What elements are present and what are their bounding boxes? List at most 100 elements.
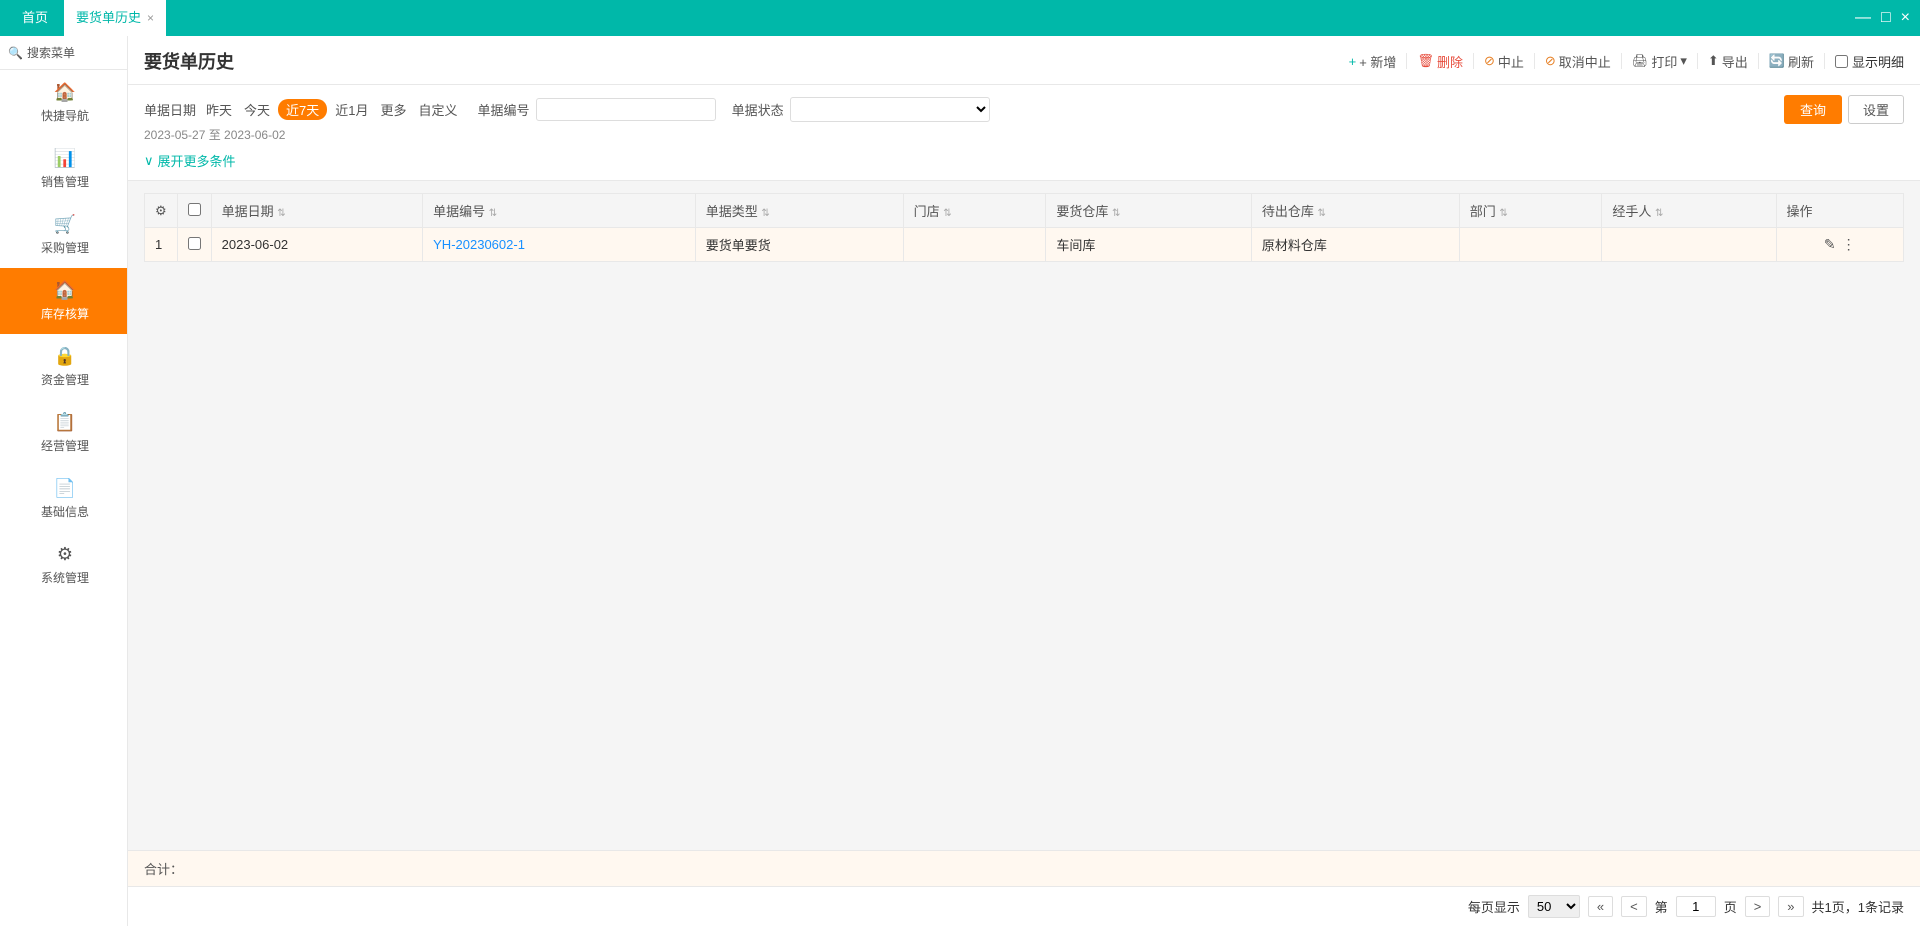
shortcut-more[interactable]: 更多 bbox=[377, 99, 411, 120]
sidebar-search[interactable]: 🔍 搜索菜单 bbox=[0, 36, 127, 70]
tab-active-label: 要货单历史 bbox=[76, 0, 141, 36]
filter-docno: 单据编号 bbox=[478, 98, 716, 121]
sidebar-item-label: 库存核算 bbox=[41, 305, 89, 322]
th-req-warehouse: 要货仓库 ⇅ bbox=[1046, 194, 1252, 228]
toolbar: + + 新增 🗑 删除 ⊘ 中止 ⊘ bbox=[1349, 52, 1904, 71]
cancel-stop-button[interactable]: ⊘ 取消中止 bbox=[1545, 52, 1611, 71]
print-button[interactable]: 🖨 打印 ▾ bbox=[1632, 52, 1687, 71]
th-date-label: 单据日期 bbox=[222, 204, 274, 219]
tab-close-icon[interactable]: × bbox=[147, 0, 154, 36]
page-title: 要货单历史 bbox=[144, 48, 234, 74]
quick-nav-icon: 🏠 bbox=[54, 82, 76, 103]
refresh-label: 刷新 bbox=[1788, 52, 1814, 71]
sidebar-item-purchase[interactable]: 🛒 采购管理 bbox=[0, 202, 127, 268]
row-checkbox[interactable] bbox=[188, 237, 201, 250]
page-input[interactable] bbox=[1676, 896, 1716, 917]
th-out-warehouse: 待出仓库 ⇅ bbox=[1251, 194, 1459, 228]
new-icon: + bbox=[1349, 54, 1357, 69]
sidebar-item-finance[interactable]: 🔒 资金管理 bbox=[0, 334, 127, 400]
last-page-button[interactable]: » bbox=[1778, 896, 1803, 917]
system-icon: ⚙ bbox=[57, 544, 73, 565]
first-page-button[interactable]: « bbox=[1588, 896, 1613, 917]
settings-icon[interactable]: ⚙ bbox=[155, 203, 167, 218]
sort-docno-icon[interactable]: ⇅ bbox=[489, 208, 497, 219]
finance-icon: 🔒 bbox=[54, 346, 76, 367]
docno-input[interactable] bbox=[536, 98, 716, 121]
select-all-checkbox[interactable] bbox=[188, 203, 201, 216]
show-detail-checkbox[interactable] bbox=[1835, 55, 1848, 68]
expand-more-button[interactable]: ∨ 展开更多条件 bbox=[144, 151, 1904, 170]
sort-store-icon[interactable]: ⇅ bbox=[943, 208, 951, 219]
prev-page-button[interactable]: < bbox=[1621, 896, 1647, 917]
sort-out-warehouse-icon[interactable]: ⇅ bbox=[1317, 208, 1325, 219]
filter-status: 单据状态 bbox=[732, 97, 990, 122]
query-button[interactable]: 查询 bbox=[1784, 95, 1842, 124]
sidebar-item-sales[interactable]: 📊 销售管理 bbox=[0, 136, 127, 202]
search-icon: 🔍 bbox=[8, 46, 23, 60]
show-detail-toggle[interactable]: 显示明细 bbox=[1835, 52, 1904, 71]
tab-active[interactable]: 要货单历史 × bbox=[64, 0, 166, 36]
page-suffix: 页 bbox=[1724, 897, 1737, 916]
window-close-icon[interactable]: × bbox=[1901, 9, 1910, 27]
status-label: 单据状态 bbox=[732, 100, 784, 119]
shortcut-custom[interactable]: 自定义 bbox=[415, 99, 462, 120]
cancel-stop-icon: ⊘ bbox=[1545, 53, 1556, 69]
shortcut-7days[interactable]: 近7天 bbox=[278, 99, 327, 120]
status-select[interactable] bbox=[790, 97, 990, 122]
minimize-icon[interactable]: — bbox=[1855, 9, 1871, 27]
sidebar-item-quick-nav[interactable]: 🏠 快捷导航 bbox=[0, 70, 127, 136]
total-records: 共1页，1条记录 bbox=[1812, 897, 1904, 916]
filter-date: 单据日期 昨天 今天 近7天 近1月 更多 自定义 bbox=[144, 99, 462, 120]
delete-button[interactable]: 🗑 删除 bbox=[1417, 52, 1463, 71]
more-icon[interactable]: ⋮ bbox=[1842, 236, 1856, 253]
shortcut-yesterday[interactable]: 昨天 bbox=[202, 99, 236, 120]
shortcut-1month[interactable]: 近1月 bbox=[331, 99, 372, 120]
settings-button[interactable]: 设置 bbox=[1848, 95, 1904, 124]
sort-req-warehouse-icon[interactable]: ⇅ bbox=[1112, 208, 1120, 219]
th-docno-label: 单据编号 bbox=[433, 204, 485, 219]
sort-doctype-icon[interactable]: ⇅ bbox=[761, 208, 769, 219]
td-doctype: 要货单要货 bbox=[695, 228, 903, 262]
content-area: 要货单历史 + + 新增 🗑 删除 ⊘ 中止 bbox=[128, 36, 1920, 926]
delete-label: 删除 bbox=[1437, 52, 1463, 71]
shortcut-today[interactable]: 今天 bbox=[240, 99, 274, 120]
basic-icon: 📄 bbox=[54, 478, 76, 499]
sidebar-item-basic[interactable]: 📄 基础信息 bbox=[0, 466, 127, 532]
sidebar-item-system[interactable]: ⚙ 系统管理 bbox=[0, 532, 127, 598]
next-page-button[interactable]: > bbox=[1745, 896, 1771, 917]
filter-row-1: 单据日期 昨天 今天 近7天 近1月 更多 自定义 单据编号 bbox=[144, 95, 1904, 124]
sidebar-item-inventory[interactable]: 🏠 库存核算 bbox=[0, 268, 127, 334]
refresh-button[interactable]: 🔄 刷新 bbox=[1769, 52, 1814, 71]
sort-department-icon[interactable]: ⇅ bbox=[1499, 208, 1507, 219]
th-docno: 单据编号 ⇅ bbox=[423, 194, 696, 228]
stop-label: 中止 bbox=[1498, 52, 1524, 71]
th-handler: 经手人 ⇅ bbox=[1602, 194, 1776, 228]
edit-icon[interactable]: ✎ bbox=[1824, 236, 1836, 253]
sort-handler-icon[interactable]: ⇅ bbox=[1655, 208, 1663, 219]
show-detail-label: 显示明细 bbox=[1852, 52, 1904, 71]
per-page-select[interactable]: 50 100 200 bbox=[1528, 895, 1580, 918]
stop-button[interactable]: ⊘ 中止 bbox=[1484, 52, 1524, 71]
td-date: 2023-06-02 bbox=[211, 228, 422, 262]
main-layout: 🔍 搜索菜单 🏠 快捷导航 📊 销售管理 🛒 采购管理 🏠 库存核算 🔒 资金管… bbox=[0, 36, 1920, 926]
summary-label: 合计： bbox=[144, 862, 183, 877]
cancel-stop-label: 取消中止 bbox=[1559, 52, 1611, 71]
pagination: 每页显示 50 100 200 « < 第 页 > » 共1页，1条记录 bbox=[128, 886, 1920, 926]
action-icons: ✎ ⋮ bbox=[1787, 236, 1894, 253]
operations-icon: 📋 bbox=[54, 412, 76, 433]
th-handler-label: 经手人 bbox=[1612, 204, 1651, 219]
sales-icon: 📊 bbox=[54, 148, 76, 169]
sort-date-icon[interactable]: ⇅ bbox=[277, 208, 285, 219]
tab-home[interactable]: 首页 bbox=[10, 0, 60, 36]
new-button[interactable]: + + 新增 bbox=[1349, 52, 1397, 71]
th-department-label: 部门 bbox=[1470, 204, 1496, 219]
page-label: 第 bbox=[1655, 897, 1668, 916]
maximize-icon[interactable]: □ bbox=[1881, 9, 1891, 27]
export-button[interactable]: ⬆ 导出 bbox=[1708, 52, 1748, 71]
sidebar-item-operations[interactable]: 📋 经营管理 bbox=[0, 400, 127, 466]
date-filter-label: 单据日期 bbox=[144, 100, 196, 119]
td-req-warehouse: 车间库 bbox=[1046, 228, 1252, 262]
sidebar-item-label: 销售管理 bbox=[41, 173, 89, 190]
docno-link[interactable]: YH-20230602-1 bbox=[433, 237, 525, 252]
date-range-display: 2023-05-27 至 2023-06-02 bbox=[144, 126, 1904, 143]
